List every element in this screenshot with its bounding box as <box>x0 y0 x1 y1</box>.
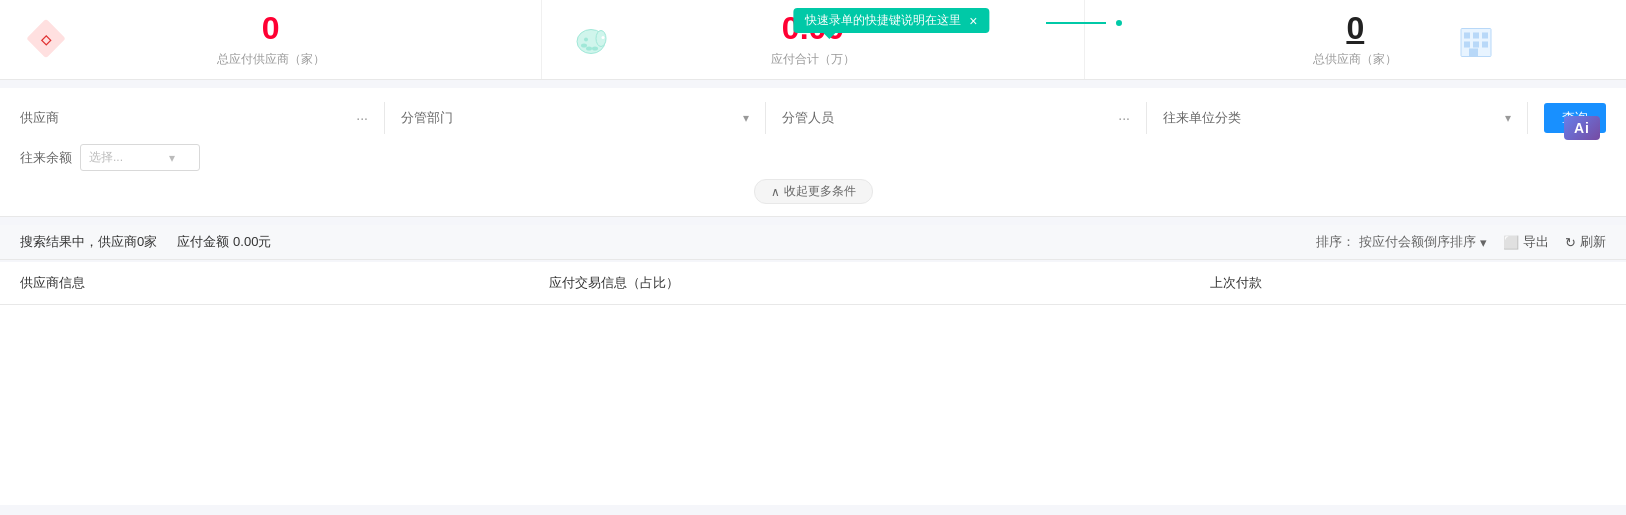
department-dropdown-icon[interactable]: ▾ <box>743 111 749 125</box>
svg-point-8 <box>602 36 605 39</box>
filter-row-2: 往来余额 选择... ▾ <box>20 144 1606 171</box>
department-label: 分管部门 <box>401 109 453 127</box>
total-suppliers-number: 0 <box>1346 11 1364 46</box>
svg-rect-10 <box>1464 32 1470 38</box>
manager-label: 分管人员 <box>782 109 834 127</box>
unit-category-dropdown-icon[interactable]: ▾ <box>1505 111 1511 125</box>
department-filter: 分管部门 ▾ <box>385 102 766 134</box>
stat-total-suppliers: 0 总供应商（家） <box>1085 0 1626 79</box>
collapse-row: ∧ 收起更多条件 <box>20 179 1606 204</box>
collapse-button[interactable]: ∧ 收起更多条件 <box>754 179 873 204</box>
filter-section: 供应商 ··· 分管部门 ▾ 分管人员 ··· 往来单位分类 ▾ 查询 往来余额… <box>0 88 1626 217</box>
col-last-payment-header: 上次付款 <box>1210 274 1607 292</box>
unit-category-input[interactable] <box>1249 111 1501 126</box>
filter-row-1: 供应商 ··· 分管部门 ▾ 分管人员 ··· 往来单位分类 ▾ 查询 <box>20 102 1606 134</box>
supplier-dots[interactable]: ··· <box>356 110 368 126</box>
piggy-icon <box>566 13 616 66</box>
svg-rect-16 <box>1469 48 1478 56</box>
building-icon <box>1456 18 1506 61</box>
svg-point-4 <box>584 37 588 41</box>
results-actions: 排序： 按应付会额倒序排序 ▾ ⬜ 导出 ↻ 刷新 <box>1316 233 1606 251</box>
svg-rect-11 <box>1473 32 1479 38</box>
table-body <box>0 305 1626 505</box>
export-button[interactable]: ⬜ 导出 <box>1503 233 1549 251</box>
tooltip-text: 快速录单的快捷键说明在这里 <box>805 12 961 29</box>
sort-value: 按应付会额倒序排序 <box>1359 233 1476 251</box>
department-input[interactable] <box>461 111 739 126</box>
diamond-icon: ◇ <box>24 16 68 63</box>
tooltip-bubble: 快速录单的快捷键说明在这里 × <box>793 8 989 33</box>
results-amount-text: 应付金额 0.00元 <box>177 234 271 249</box>
table-header: 供应商信息 应付交易信息（占比） 上次付款 <box>0 262 1626 305</box>
supplier-label: 供应商 <box>20 109 59 127</box>
stat-total-payable-suppliers: ◇ 0 总应付供应商（家） <box>0 0 542 79</box>
balance-placeholder: 选择... <box>89 149 123 166</box>
manager-dots[interactable]: ··· <box>1118 110 1130 126</box>
collapse-btn-label: 收起更多条件 <box>784 183 856 200</box>
manager-input[interactable] <box>842 111 1114 126</box>
tooltip-line <box>1046 22 1106 24</box>
total-payable-label: 总应付供应商（家） <box>217 51 325 68</box>
svg-rect-14 <box>1473 41 1479 47</box>
svg-point-7 <box>592 46 598 50</box>
svg-point-5 <box>581 43 587 47</box>
svg-point-3 <box>596 30 606 46</box>
col-supplier-header: 供应商信息 <box>20 274 549 292</box>
total-payable-number: 0 <box>262 11 280 46</box>
tooltip-close-btn[interactable]: × <box>969 14 977 28</box>
sort-dropdown-icon: ▾ <box>1480 235 1487 250</box>
results-summary: 搜索结果中，供应商0家 应付金额 0.00元 <box>20 233 271 251</box>
svg-rect-15 <box>1482 41 1488 47</box>
export-icon: ⬜ <box>1503 235 1519 250</box>
unit-category-filter: 往来单位分类 ▾ <box>1147 102 1528 134</box>
manager-filter: 分管人员 ··· <box>766 102 1147 134</box>
balance-label: 往来余额 <box>20 149 72 167</box>
payable-total-label: 应付合计（万） <box>771 51 855 68</box>
total-suppliers-label: 总供应商（家） <box>1313 51 1397 68</box>
balance-select[interactable]: 选择... ▾ <box>80 144 200 171</box>
col-transaction-header: 应付交易信息（占比） <box>549 274 1210 292</box>
export-label: 导出 <box>1523 233 1549 251</box>
ai-label[interactable]: Ai <box>1564 116 1600 140</box>
sort-label: 排序： <box>1316 233 1355 251</box>
collapse-up-icon: ∧ <box>771 185 780 199</box>
svg-rect-12 <box>1482 32 1488 38</box>
results-count-text: 搜索结果中，供应商0家 <box>20 234 157 249</box>
stats-bar: ◇ 0 总应付供应商（家） 0.00 应付合计（万） 快速录单的快捷键说明在这里… <box>0 0 1626 80</box>
svg-text:◇: ◇ <box>40 31 52 46</box>
unit-category-label: 往来单位分类 <box>1163 109 1241 127</box>
balance-dropdown-icon: ▾ <box>169 151 175 165</box>
results-amount-separator <box>161 234 174 249</box>
tooltip-dot <box>1114 18 1124 28</box>
sort-dropdown[interactable]: 排序： 按应付会额倒序排序 ▾ <box>1316 233 1487 251</box>
refresh-button[interactable]: ↻ 刷新 <box>1565 233 1606 251</box>
refresh-label: 刷新 <box>1580 233 1606 251</box>
svg-rect-13 <box>1464 41 1470 47</box>
results-bar: 搜索结果中，供应商0家 应付金额 0.00元 排序： 按应付会额倒序排序 ▾ ⬜… <box>0 225 1626 260</box>
refresh-icon: ↻ <box>1565 235 1576 250</box>
supplier-filter: 供应商 ··· <box>20 102 385 134</box>
svg-point-6 <box>586 46 592 50</box>
supplier-input[interactable] <box>67 111 352 126</box>
stat-payable-total: 0.00 应付合计（万） 快速录单的快捷键说明在这里 × <box>542 0 1084 79</box>
